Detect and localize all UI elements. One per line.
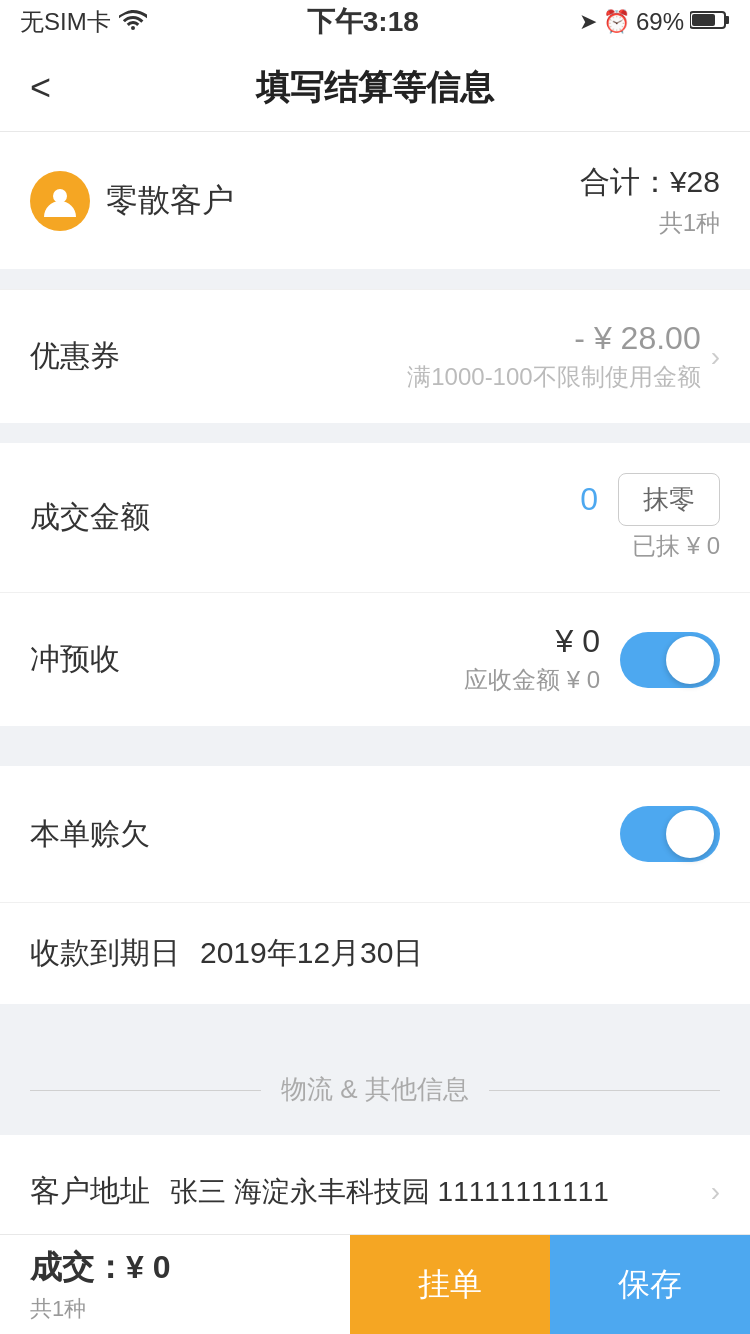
customer-left: 零散客户 xyxy=(30,171,234,231)
wifi-icon xyxy=(119,8,147,36)
coupon-right: - ¥ 28.00 满1000-100不限制使用金额 › xyxy=(407,320,720,393)
divider-1 xyxy=(0,423,750,443)
svg-point-3 xyxy=(53,189,67,203)
status-left: 无SIM卡 xyxy=(20,6,147,38)
prepaid-amount: ¥ 0 xyxy=(464,623,600,660)
coupon-label: 优惠券 xyxy=(30,336,120,377)
bottom-summary: 成交：¥ 0 共1种 xyxy=(0,1246,350,1324)
bottom-deal: 成交：¥ 0 xyxy=(30,1246,320,1290)
customer-count: 共1种 xyxy=(580,207,720,239)
coupon-section: 优惠券 - ¥ 28.00 满1000-100不限制使用金额 › xyxy=(0,289,750,423)
nav-bar: < 填写结算等信息 xyxy=(0,44,750,132)
back-button[interactable]: < xyxy=(30,67,51,109)
avatar xyxy=(30,171,90,231)
address-chevron-icon: › xyxy=(711,1176,720,1208)
arrears-section: 本单赊欠 收款到期日 2019年12月30日 xyxy=(0,766,750,1004)
alarm-icon: ⏰ xyxy=(603,9,630,35)
address-value: 张三 海淀永丰科技园 11111111111 xyxy=(170,1173,711,1211)
deal-amount-row: 成交金额 0 抹零 已抹 ¥ 0 xyxy=(0,443,750,593)
prepaid-sub: 应收金额 ¥ 0 xyxy=(464,664,600,696)
customer-total: 合计：¥28 xyxy=(580,162,720,203)
arrears-row: 本单赊欠 xyxy=(0,766,750,902)
address-row[interactable]: 客户地址 张三 海淀永丰科技园 11111111111 › xyxy=(0,1135,750,1248)
round-zero-button[interactable]: 抹零 xyxy=(618,473,720,526)
bottom-deal-amount: ¥ 0 xyxy=(126,1249,170,1285)
coupon-amount: - ¥ 28.00 xyxy=(407,320,700,357)
location-icon: ➤ xyxy=(579,9,597,35)
toggle-knob xyxy=(666,636,714,684)
customer-name: 零散客户 xyxy=(106,179,234,223)
coupon-desc: 满1000-100不限制使用金额 xyxy=(407,361,700,393)
divider-3 xyxy=(0,1024,750,1044)
due-date-value: 2019年12月30日 xyxy=(200,933,423,974)
deal-amount-sub: 已抹 ¥ 0 xyxy=(580,530,720,562)
carrier-label: 无SIM卡 xyxy=(20,6,111,38)
status-time: 下午3:18 xyxy=(307,3,419,41)
arrears-toggle-knob xyxy=(666,810,714,858)
address-label: 客户地址 xyxy=(30,1171,150,1212)
bottom-count: 共1种 xyxy=(30,1294,320,1324)
due-date-label: 收款到期日 xyxy=(30,933,180,974)
customer-section: 零散客户 合计：¥28 共1种 xyxy=(0,132,750,269)
page-title: 填写结算等信息 xyxy=(256,65,494,111)
address-section: 客户地址 张三 海淀永丰科技园 11111111111 › xyxy=(0,1135,750,1248)
customer-row: 零散客户 合计：¥28 共1种 xyxy=(0,132,750,269)
chevron-right-icon: › xyxy=(711,341,720,373)
pending-button[interactable]: 挂单 xyxy=(350,1235,550,1335)
battery-icon xyxy=(690,8,730,36)
arrears-label: 本单赊欠 xyxy=(30,814,150,855)
logistics-title: 物流 & 其他信息 xyxy=(261,1072,489,1107)
battery-label: 69% xyxy=(636,8,684,36)
status-right: ➤ ⏰ 69% xyxy=(579,8,730,36)
customer-right: 合计：¥28 共1种 xyxy=(580,162,720,239)
bottom-deal-label: 成交： xyxy=(30,1249,126,1285)
deal-prepaid-section: 成交金额 0 抹零 已抹 ¥ 0 冲预收 ¥ 0 应收金额 ¥ 0 xyxy=(0,443,750,726)
deal-amount-value: 0 xyxy=(580,481,598,518)
bottom-bar: 成交：¥ 0 共1种 挂单 保存 xyxy=(0,1234,750,1334)
deal-amount-label: 成交金额 xyxy=(30,497,150,538)
svg-rect-1 xyxy=(725,16,729,24)
prepaid-row: 冲预收 ¥ 0 应收金额 ¥ 0 xyxy=(0,593,750,726)
prepaid-label: 冲预收 xyxy=(30,639,120,680)
divider-2 xyxy=(0,746,750,766)
svg-rect-2 xyxy=(692,14,715,26)
status-bar: 无SIM卡 下午3:18 ➤ ⏰ 69% xyxy=(0,0,750,44)
arrears-toggle[interactable] xyxy=(620,806,720,862)
deal-amount-right: 0 抹零 xyxy=(580,473,720,526)
logistics-header: 物流 & 其他信息 xyxy=(0,1044,750,1135)
prepaid-toggle[interactable] xyxy=(620,632,720,688)
coupon-row[interactable]: 优惠券 - ¥ 28.00 满1000-100不限制使用金额 › xyxy=(0,289,750,423)
coupon-info: - ¥ 28.00 满1000-100不限制使用金额 xyxy=(407,320,700,393)
save-button[interactable]: 保存 xyxy=(550,1235,750,1335)
due-date-row: 收款到期日 2019年12月30日 xyxy=(0,902,750,1004)
